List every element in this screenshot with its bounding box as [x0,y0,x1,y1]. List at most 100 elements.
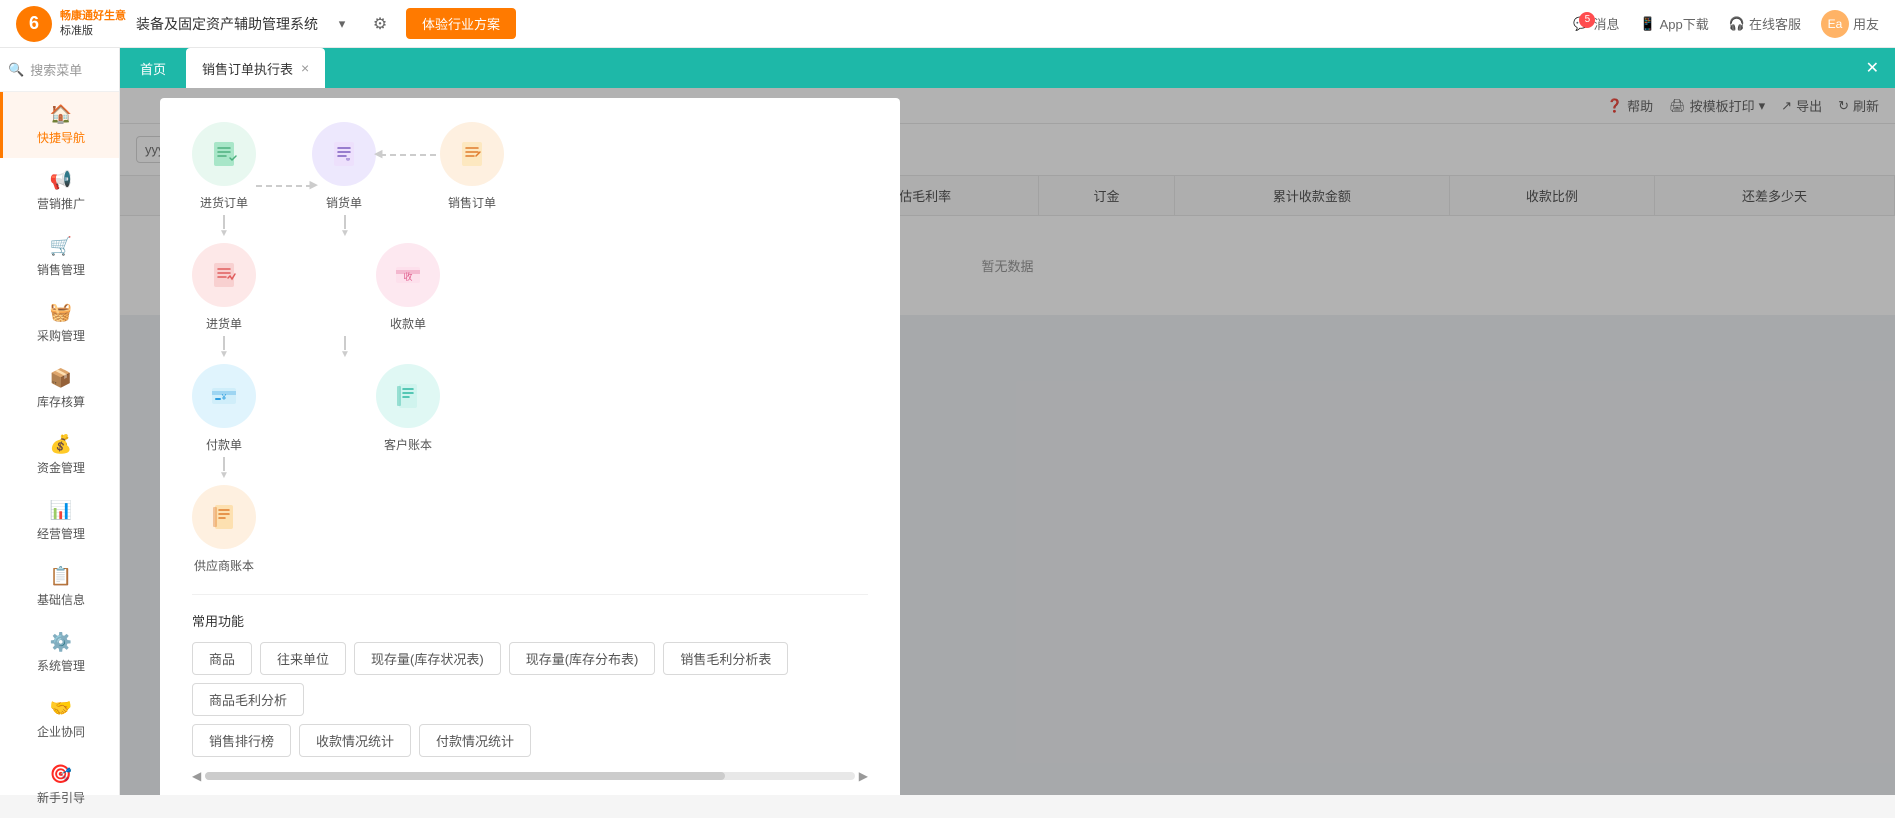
h-arrows: ▶ [256,122,312,222]
sidebar-item-newbie[interactable]: 🎯 新手引导 [0,752,119,818]
sidebar-label-sales: 销售管理 [37,261,85,278]
scroll-track[interactable] [205,772,855,780]
avatar: Ea [1821,10,1849,38]
receipt-node[interactable]: 收 收款单 [376,243,440,332]
message-label: 消息 [1593,14,1619,33]
top-header: 6 畅康通好生意 标准版 装备及固定资产辅助管理系统 ▾ ⚙ 体验行业方案 💬 … [0,0,1895,48]
sales-bill-node[interactable]: 销货单 [312,122,376,211]
newbie-icon: 🎯 [50,764,72,785]
purchase-order-icon [192,122,256,186]
sidebar: 🔍 搜索菜单 🏠 快捷导航 📢 营销推广 🛒 销售管理 🧺 采购管理 📦 库存核… [0,48,120,795]
user-name: 用友 [1853,14,1879,33]
headset-icon: 🎧 [1729,16,1745,32]
logo-icon: 6 [16,6,52,42]
common-btn-sales-profit[interactable]: 销售毛利分析表 [663,642,788,675]
sidebar-item-base[interactable]: 📋 基础信息 [0,554,119,620]
sidebar-search[interactable]: 🔍 搜索菜单 [0,48,119,92]
tab-sales-order-exec[interactable]: 销售订单执行表 × [186,48,325,88]
sales-bill-icon [312,122,376,186]
popup-scroll: ◀ ▶ [192,769,868,783]
common-btn-partner[interactable]: 往来单位 [260,642,346,675]
scroll-left-arrow[interactable]: ◀ [192,769,201,783]
marketing-icon: 📢 [50,170,72,191]
sidebar-label-finance: 资金管理 [37,459,85,476]
supplier-ledger-label: 供应商账本 [194,557,254,574]
message-badge: 5 [1579,12,1595,28]
main-layout: 🔍 搜索菜单 🏠 快捷导航 📢 营销推广 🛒 销售管理 🧺 采购管理 📦 库存核… [0,48,1895,795]
sidebar-item-operation[interactable]: 📊 经营管理 [0,488,119,554]
receipt-row: 收 收款单 [376,243,440,332]
sidebar-label-marketing: 营销推广 [37,195,85,212]
common-btn-stock-status[interactable]: 现存量(库存状况表) [354,642,501,675]
common-btn-stock-dist[interactable]: 现存量(库存分布表) [509,642,656,675]
sidebar-item-inventory[interactable]: 📦 库存核算 [0,356,119,422]
logo-area: 6 畅康通好生意 标准版 [16,6,136,42]
system-icon: ⚙️ [50,632,72,653]
purchase-order-label: 进货订单 [200,194,248,211]
scroll-thumb [205,772,725,780]
purchase-order-node[interactable]: 进货订单 [192,122,256,211]
payment-label: 付款单 [206,436,242,453]
sidebar-item-system[interactable]: ⚙️ 系统管理 [0,620,119,686]
sidebar-label-base: 基础信息 [37,591,85,608]
arrow-down-3: ▼ [219,457,229,481]
system-dropdown[interactable]: ▾ [330,12,354,36]
scroll-right-arrow[interactable]: ▶ [859,769,868,783]
tab-bar: 首页 销售订单执行表 × ✕ [120,48,1895,88]
header-center: 装备及固定资产辅助管理系统 ▾ ⚙ 体验行业方案 [136,8,1573,39]
common-btn-payment-stat[interactable]: 付款情况统计 [419,724,531,757]
payment-icon: ¥ [192,364,256,428]
arrow-down-receipt: ▼ [312,332,504,364]
customer-ledger-node[interactable]: 客户账本 [376,364,440,453]
message-badge-wrap: 💬 5 [1573,16,1589,32]
inventory-icon: 📦 [50,368,72,389]
common-btn-sales-rank[interactable]: 销售排行榜 [192,724,291,757]
popup-box: 进货订单 ▼ 进 [160,98,900,795]
popup-overlay[interactable]: 进货订单 ▼ 进 [120,88,1895,795]
common-btn-goods[interactable]: 商品 [192,642,252,675]
payment-node[interactable]: ¥ 付款单 [192,364,256,453]
sidebar-label-enterprise: 企业协同 [37,723,85,740]
settings-icon[interactable]: ⚙ [366,10,394,38]
system-name: 装备及固定资产辅助管理系统 [136,14,318,34]
sidebar-label-newbie: 新手引导 [37,789,85,806]
search-inner[interactable]: 🔍 搜索菜单 [8,60,111,79]
operation-icon: 📊 [50,500,72,521]
app-download-btn[interactable]: 📱 App下载 [1639,14,1708,33]
arrow-down-sales-bill: ▼ [312,211,504,243]
sidebar-item-quick-nav[interactable]: 🏠 快捷导航 [0,92,119,158]
arrow-down-1: ▼ [219,215,229,239]
common-btn-goods-profit[interactable]: 商品毛利分析 [192,683,304,716]
arrow-down-2: ▼ [219,336,229,360]
sales-order-label: 销售订单 [448,194,496,211]
sidebar-label-quick-nav: 快捷导航 [37,129,85,146]
tab-home[interactable]: 首页 [120,48,186,88]
user-menu[interactable]: Ea 用友 [1821,10,1879,38]
common-btn-receipt-stat[interactable]: 收款情况统计 [299,724,411,757]
base-icon: 📋 [50,566,72,587]
supplier-ledger-node[interactable]: 供应商账本 [192,485,256,574]
svg-text:收: 收 [403,271,412,282]
sidebar-item-marketing[interactable]: 📢 营销推广 [0,158,119,224]
window-close-btn[interactable]: ✕ [1866,58,1879,78]
message-btn[interactable]: 💬 5 消息 [1573,14,1619,33]
sales-order-node[interactable]: 销售订单 [440,122,504,211]
sidebar-item-finance[interactable]: 💰 资金管理 [0,422,119,488]
trial-button[interactable]: 体验行业方案 [406,8,516,39]
supplier-ledger-icon [192,485,256,549]
sidebar-item-sales[interactable]: 🛒 销售管理 [0,224,119,290]
purchase-receipt-node[interactable]: 进货单 [192,243,256,332]
customer-ledger-label: 客户账本 [384,436,432,453]
tab-close-icon[interactable]: × [301,60,309,76]
h-arrow-1: ▶ [256,150,312,222]
online-service-btn[interactable]: 🎧 在线客服 [1729,14,1801,33]
receipt-icon: 收 [376,243,440,307]
left-flow-col: 进货订单 ▼ 进 [192,122,256,574]
enterprise-icon: 🤝 [50,698,72,719]
page-content: ❓ 帮助 🖨 按模板打印 ▾ ↗ 导出 ↻ 刷新 [120,88,1895,795]
sales-bill-label: 销货单 [326,194,362,211]
sidebar-item-enterprise[interactable]: 🤝 企业协同 [0,686,119,752]
purchase-receipt-icon [192,243,256,307]
sidebar-item-purchase[interactable]: 🧺 采购管理 [0,290,119,356]
h-arrow-sales: ◀ [380,154,436,156]
